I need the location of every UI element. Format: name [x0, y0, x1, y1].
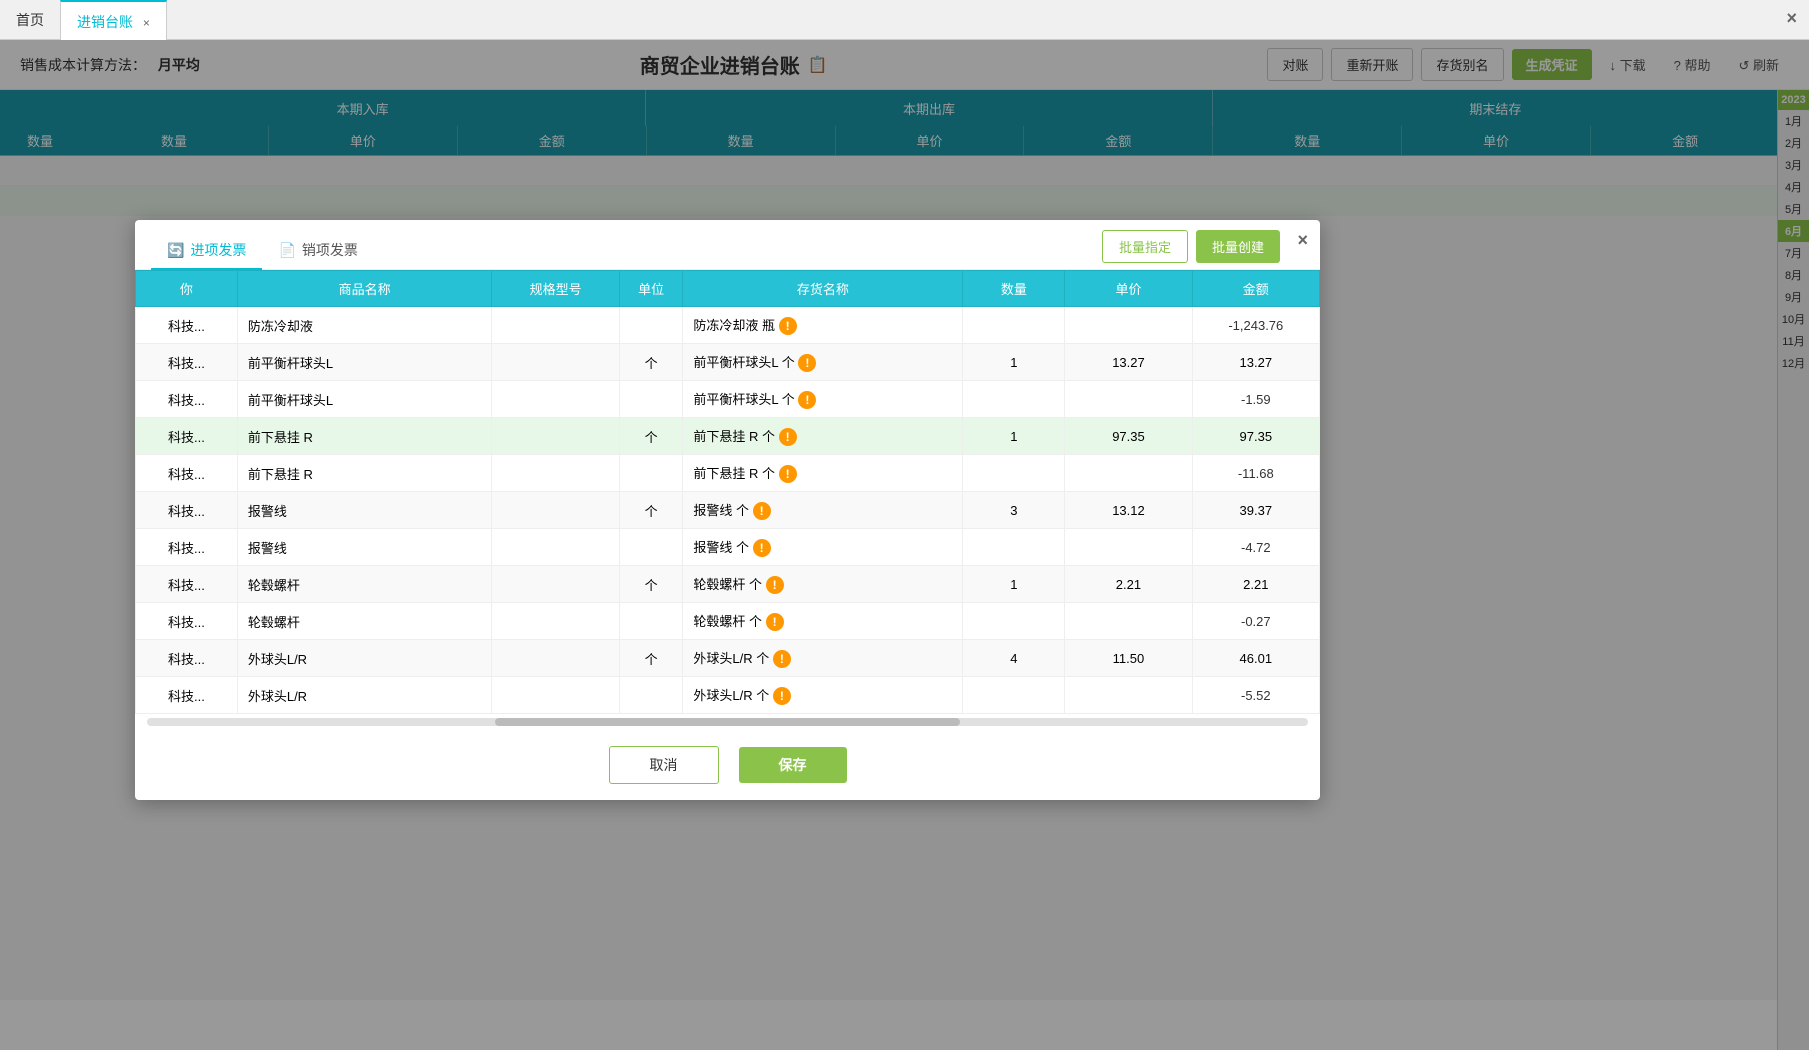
warn-icon: !: [766, 576, 784, 594]
table-row[interactable]: 科技...外球头L/R外球头L/R 个 !-5.52: [136, 677, 1320, 714]
warn-icon: !: [798, 354, 816, 372]
table-row[interactable]: 科技...外球头L/R个外球头L/R 个 !411.5046.01: [136, 640, 1320, 677]
modal-header-actions: 批量指定 批量创建: [1102, 230, 1280, 263]
batch-create-button[interactable]: 批量创建: [1196, 230, 1280, 263]
modal-tab-out-invoice[interactable]: 📄 销项发票: [262, 232, 373, 270]
warn-icon: !: [798, 391, 816, 409]
tab-ledger[interactable]: 进销台账 ×: [60, 0, 167, 40]
main-page: 销售成本计算方法： 月平均 商贸企业进销台账 📋 对账 重新开账 存货别名 生成…: [0, 40, 1809, 1050]
table-row[interactable]: 科技...轮毂螺杆轮毂螺杆 个 !-0.27: [136, 603, 1320, 640]
modal-table-wrap[interactable]: 你 商品名称 规格型号 单位 存货名称 数量 单价 金额 科技...防冻冷却液防…: [135, 270, 1320, 714]
modal-scrollbar[interactable]: [147, 718, 1308, 726]
modal-close-button[interactable]: ×: [1297, 230, 1308, 251]
table-row[interactable]: 科技...前下悬挂 R前下悬挂 R 个 !-11.68: [136, 455, 1320, 492]
modal-footer: 取消 保存: [135, 730, 1320, 800]
tab-home[interactable]: 首页: [0, 0, 60, 40]
col-header-amount: 金额: [1192, 271, 1319, 307]
modal-table: 你 商品名称 规格型号 单位 存货名称 数量 单价 金额 科技...防冻冷却液防…: [135, 270, 1320, 714]
warn-icon: !: [773, 687, 791, 705]
window-close-button[interactable]: ×: [1786, 8, 1797, 29]
col-header-qty: 数量: [963, 271, 1065, 307]
tab-bar: 首页 进销台账 × ×: [0, 0, 1809, 40]
in-invoice-icon: 🔄: [167, 242, 184, 259]
table-row[interactable]: 科技...前下悬挂 R个前下悬挂 R 个 !197.3597.35: [136, 418, 1320, 455]
batch-assign-button[interactable]: 批量指定: [1102, 230, 1188, 263]
modal-table-header-row: 你 商品名称 规格型号 单位 存货名称 数量 单价 金额: [136, 271, 1320, 307]
warn-icon: !: [753, 502, 771, 520]
col-header-spec: 规格型号: [492, 271, 619, 307]
warn-icon: !: [779, 428, 797, 446]
col-header-stock-name: 存货名称: [683, 271, 963, 307]
col-header-unit: 单位: [619, 271, 683, 307]
warn-icon: !: [766, 613, 784, 631]
out-invoice-icon: 📄: [278, 242, 295, 259]
cancel-button[interactable]: 取消: [609, 746, 719, 784]
modal-scrollbar-thumb: [495, 718, 959, 726]
table-row[interactable]: 科技...轮毂螺杆个轮毂螺杆 个 !12.212.21: [136, 566, 1320, 603]
table-row[interactable]: 科技...防冻冷却液防冻冷却液 瓶 !-1,243.76: [136, 307, 1320, 344]
warn-icon: !: [773, 650, 791, 668]
modal-dialog: 🔄 进项发票 📄 销项发票 批量指定 批量创建 × 你 商品名称 规格型号: [135, 220, 1320, 800]
modal-tab-in-invoice[interactable]: 🔄 进项发票: [151, 232, 262, 270]
warn-icon: !: [779, 465, 797, 483]
table-row[interactable]: 科技...报警线个报警线 个 !313.1239.37: [136, 492, 1320, 529]
col-header-price: 单价: [1065, 271, 1192, 307]
table-row[interactable]: 科技...报警线报警线 个 !-4.72: [136, 529, 1320, 566]
table-row[interactable]: 科技...前平衡杆球头L个前平衡杆球头L 个 !113.2713.27: [136, 344, 1320, 381]
col-header-supplier: 你: [136, 271, 238, 307]
tab-close-ledger[interactable]: ×: [143, 16, 150, 30]
col-header-product-name: 商品名称: [237, 271, 492, 307]
warn-icon: !: [753, 539, 771, 557]
modal-header: 🔄 进项发票 📄 销项发票 批量指定 批量创建 ×: [135, 220, 1320, 270]
warn-icon: !: [779, 317, 797, 335]
table-row[interactable]: 科技...前平衡杆球头L前平衡杆球头L 个 !-1.59: [136, 381, 1320, 418]
save-button[interactable]: 保存: [739, 747, 847, 783]
